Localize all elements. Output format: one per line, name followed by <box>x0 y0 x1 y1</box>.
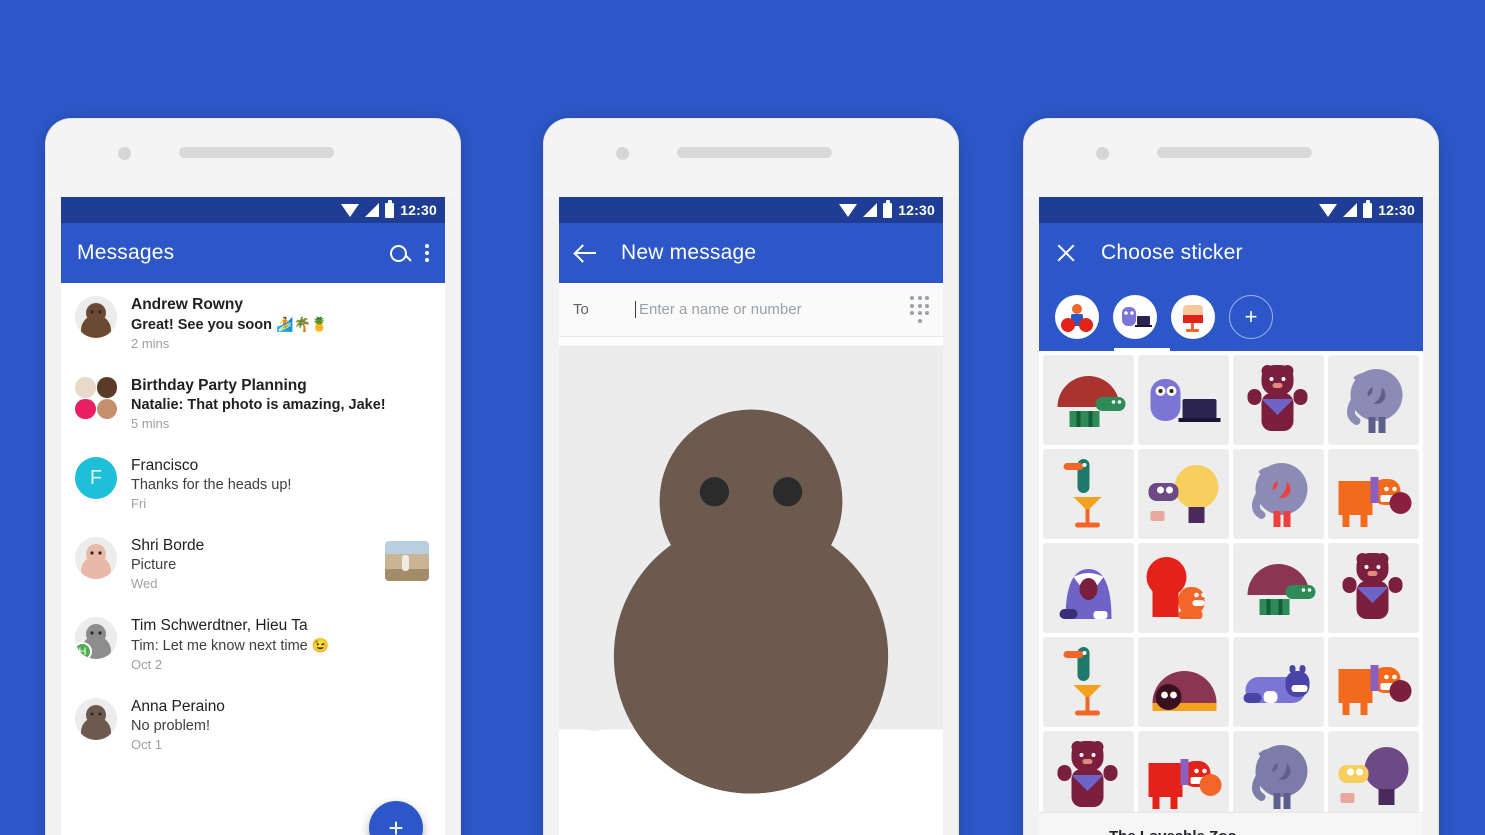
earpiece-speaker <box>179 147 334 158</box>
cat-ball-sticker[interactable] <box>1328 637 1419 727</box>
phone-new-message: 12:30 New message To Enter a name or num… <box>543 118 959 835</box>
earpiece-speaker <box>1157 147 1312 158</box>
sticker-tab-people[interactable] <box>1055 295 1099 339</box>
phone-bezel-top <box>46 119 460 197</box>
cat-row5-sticker[interactable] <box>1138 731 1229 821</box>
conversation-row[interactable]: Birthday Party Planning Natalie: That pho… <box>61 364 445 444</box>
avatar <box>559 345 943 794</box>
phone-screen: 12:30 Messages Andrew Rowny Great! See yo… <box>61 197 445 835</box>
avatar <box>75 537 117 579</box>
battery-icon <box>385 199 395 218</box>
conversation-snippet: No problem! <box>131 718 210 734</box>
phone-messages: 12:30 Messages Andrew Rowny Great! See yo… <box>45 118 461 835</box>
avatar: F <box>75 457 117 499</box>
sticker-pack-title: The Loveable Zoo <box>1109 828 1267 835</box>
conversation-name: Shri Borde <box>131 537 205 554</box>
turtle-green-sticker[interactable] <box>1043 355 1134 445</box>
front-camera-icon <box>1096 147 1109 160</box>
sticker-pack-icon <box>1053 827 1097 835</box>
bear-wave-sticker[interactable] <box>1233 355 1324 445</box>
turtle-shell-sticker[interactable] <box>1138 637 1229 727</box>
avatar <box>75 698 117 740</box>
status-bar: 12:30 <box>1039 197 1423 223</box>
conversation-timestamp: 2 mins <box>131 336 170 351</box>
signal-icon <box>365 203 380 217</box>
conversation-timestamp: 5 mins <box>131 416 170 431</box>
conversation-snippet: Tim: Let me know next time 😉 <box>131 637 330 654</box>
balloon-row5-sticker[interactable] <box>1328 731 1419 821</box>
monster-shout-sticker[interactable] <box>1043 543 1134 633</box>
bear-row5-sticker[interactable] <box>1043 731 1134 821</box>
conversation-snippet: Thanks for the heads up! <box>131 477 292 493</box>
conversation-row[interactable]: Andrew Rowny Great! See you soon 🏄🌴🍍 2 min… <box>61 283 445 364</box>
conversation-name: Anna Peraino <box>131 698 225 715</box>
phone-screen: 12:30 Choose sticker + The Loveable Zoo … <box>1039 197 1423 835</box>
conversation-name: Birthday Party Planning <box>131 377 307 394</box>
conversation-row[interactable]: Shri Borde Picture Wed <box>61 524 445 604</box>
phone-screen: 12:30 New message To Enter a name or num… <box>559 197 943 835</box>
emoji: 😉 <box>311 637 330 653</box>
avatar-group <box>75 377 117 419</box>
squirrel-red-sticker[interactable] <box>1138 543 1229 633</box>
conversation-row[interactable]: Anna Peraino No problem! Oct 1 <box>61 685 445 765</box>
conversation-row[interactable]: H Tim Schwerdtner, Hieu Ta Tim: Let me kno… <box>61 604 445 685</box>
front-camera-icon <box>118 147 131 160</box>
status-bar-time: 12:30 <box>400 202 437 218</box>
phone-bezel-top <box>1024 119 1438 197</box>
close-icon[interactable] <box>1055 242 1077 264</box>
conversation-snippet: Great! See you soon 🏄🌴🍍 <box>131 316 329 333</box>
wifi-icon <box>341 203 360 217</box>
hippo-laptop-sticker[interactable] <box>1138 355 1229 445</box>
conversation-name: Tim Schwerdtner, Hieu Ta <box>131 617 308 634</box>
conversation-timestamp: Oct 2 <box>131 657 163 672</box>
search-icon[interactable] <box>390 244 407 262</box>
messages-app-bar: Messages <box>61 223 445 283</box>
sticker-grid[interactable] <box>1039 351 1423 835</box>
conversation-list[interactable]: Andrew Rowny Great! See you soon 🏄🌴🍍 2 min… <box>61 283 445 835</box>
sticker-app-bar: Choose sticker <box>1039 223 1423 283</box>
conversation-snippet: Picture <box>131 557 177 573</box>
wifi-icon <box>1319 203 1338 217</box>
more-vert-icon[interactable] <box>425 244 429 262</box>
sticker-pack-tabs[interactable]: + <box>1039 283 1423 351</box>
contact-row[interactable]: Anna Peraino(636) 555-3226Mobile <box>559 345 943 794</box>
sticker-tab-food[interactable] <box>1171 295 1215 339</box>
conversation-timestamp: Wed <box>131 576 158 591</box>
status-bar-time: 12:30 <box>1378 202 1415 218</box>
battery-icon <box>1363 199 1373 218</box>
earpiece-speaker <box>677 147 832 158</box>
front-camera-icon <box>616 147 629 160</box>
avatar <box>75 296 117 338</box>
sticker-tab-add[interactable]: + <box>1229 295 1273 339</box>
phone-choose-sticker: 12:30 Choose sticker + The Loveable Zoo … <box>1023 118 1439 835</box>
phone-bezel-top <box>544 119 958 197</box>
page-title: Choose sticker <box>1101 241 1243 264</box>
message-attachment-thumbnail[interactable] <box>385 541 429 581</box>
conversation-snippet: Natalie: That photo is amazing, Jake! <box>131 397 386 413</box>
avatar: H <box>75 617 117 659</box>
elephant-flag-sticker[interactable] <box>1233 449 1324 539</box>
elephant-row5-sticker[interactable] <box>1233 731 1324 821</box>
conversation-timestamp: Oct 1 <box>131 737 163 752</box>
bear-thumbsup-sticker[interactable] <box>1328 543 1419 633</box>
conversation-timestamp: Fri <box>131 496 147 511</box>
conversation-row[interactable]: F Francisco Thanks for the heads up! Fri <box>61 444 445 524</box>
emoji: 🏄🌴🍍 <box>276 316 329 332</box>
signal-icon <box>1343 203 1358 217</box>
conversation-name: Francisco <box>131 457 199 474</box>
hippo-balloon-sticker[interactable] <box>1138 449 1229 539</box>
page-title: Messages <box>77 241 175 264</box>
conversation-name: Andrew Rowny <box>131 296 243 313</box>
bird-cocktail-sticker[interactable] <box>1043 449 1134 539</box>
bird-wine-sticker[interactable] <box>1043 637 1134 727</box>
elephant-sticker[interactable] <box>1328 355 1419 445</box>
contact-list[interactable]: AAndre Anderson(416) 555-0100WorkAndrew … <box>559 345 943 794</box>
hippo-sleep-sticker[interactable] <box>1233 637 1324 727</box>
cat-orange-sticker[interactable] <box>1328 449 1419 539</box>
sticker-pack-footer[interactable]: The Loveable Zoo Created by Robin Davey <box>1039 812 1423 835</box>
selected-tab-indicator <box>1114 348 1170 351</box>
sticker-tab-zoo[interactable] <box>1113 295 1157 339</box>
status-bar: 12:30 <box>61 197 445 223</box>
turtle-love-sticker[interactable] <box>1233 543 1324 633</box>
